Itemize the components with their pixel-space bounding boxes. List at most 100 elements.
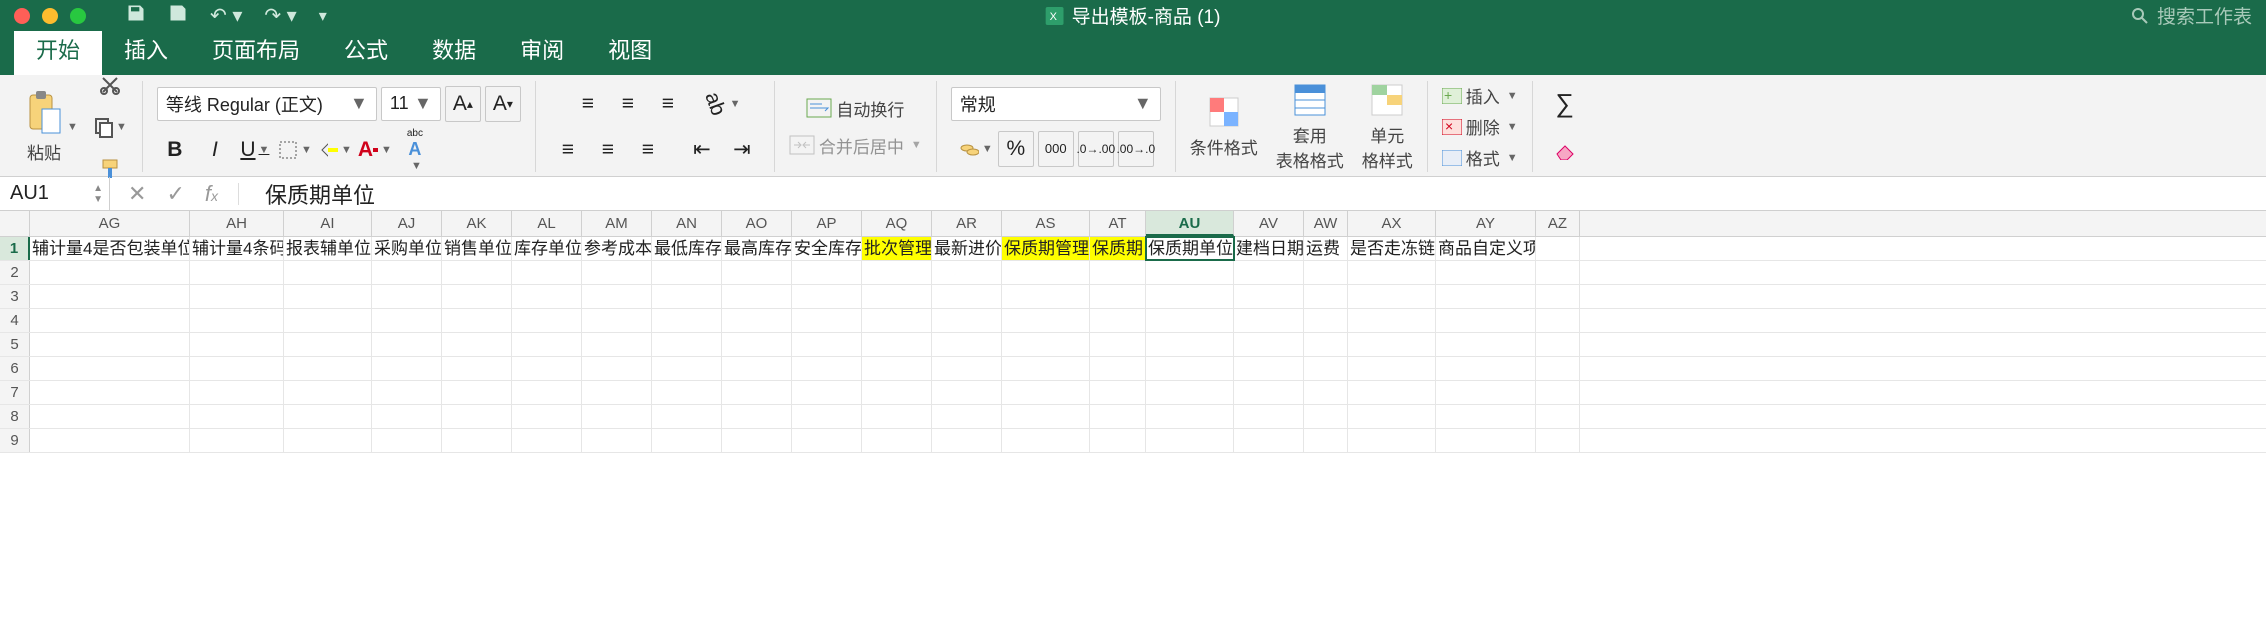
cell-AM3[interactable]: [582, 285, 652, 308]
cell-AK7[interactable]: [442, 381, 512, 404]
cell-AN2[interactable]: [652, 261, 722, 284]
cell-AS1[interactable]: 保质期管理: [1002, 237, 1090, 260]
cell-AK3[interactable]: [442, 285, 512, 308]
cell-AV3[interactable]: [1234, 285, 1304, 308]
cell-AU1[interactable]: 保质期单位: [1146, 237, 1234, 260]
cell-AY5[interactable]: [1436, 333, 1536, 356]
cell-AH3[interactable]: [190, 285, 284, 308]
cell-AP2[interactable]: [792, 261, 862, 284]
cell-AX5[interactable]: [1348, 333, 1436, 356]
cell-AH8[interactable]: [190, 405, 284, 428]
redo-icon[interactable]: ↷ ▾: [264, 3, 296, 28]
column-header-AL[interactable]: AL: [512, 211, 582, 236]
insert-cells-button[interactable]: +插入▼: [1442, 83, 1518, 108]
cell-AY3[interactable]: [1436, 285, 1536, 308]
cell-AW9[interactable]: [1304, 429, 1348, 452]
cell-AS5[interactable]: [1002, 333, 1090, 356]
cell-AN5[interactable]: [652, 333, 722, 356]
font-color-button[interactable]: A▼: [357, 132, 393, 168]
cell-AP7[interactable]: [792, 381, 862, 404]
cell-AY9[interactable]: [1436, 429, 1536, 452]
cell-AZ2[interactable]: [1536, 261, 1580, 284]
cell-AP6[interactable]: [792, 357, 862, 380]
cell-AN1[interactable]: 最低库存: [652, 237, 722, 260]
cell-AH2[interactable]: [190, 261, 284, 284]
cell-AW7[interactable]: [1304, 381, 1348, 404]
column-header-AY[interactable]: AY: [1436, 211, 1536, 236]
cell-AW8[interactable]: [1304, 405, 1348, 428]
cell-AQ8[interactable]: [862, 405, 932, 428]
increase-indent-button[interactable]: ⇥: [724, 132, 760, 168]
cell-AJ3[interactable]: [372, 285, 442, 308]
currency-button[interactable]: ▼: [958, 131, 994, 167]
column-header-AJ[interactable]: AJ: [372, 211, 442, 236]
fx-icon[interactable]: fx: [205, 181, 218, 207]
row-header-4[interactable]: 4: [0, 309, 30, 332]
cell-AY6[interactable]: [1436, 357, 1536, 380]
cell-AM8[interactable]: [582, 405, 652, 428]
font-name-select[interactable]: 等线 Regular (正文)▼: [157, 87, 377, 121]
cell-AO8[interactable]: [722, 405, 792, 428]
cell-AL4[interactable]: [512, 309, 582, 332]
column-header-AS[interactable]: AS: [1002, 211, 1090, 236]
cell-AT6[interactable]: [1090, 357, 1146, 380]
column-header-AM[interactable]: AM: [582, 211, 652, 236]
undo-icon[interactable]: ↶ ▾: [210, 3, 242, 28]
cell-AH9[interactable]: [190, 429, 284, 452]
cell-AO7[interactable]: [722, 381, 792, 404]
font-size-select[interactable]: 11▼: [381, 87, 441, 121]
cell-AV4[interactable]: [1234, 309, 1304, 332]
cell-AI3[interactable]: [284, 285, 372, 308]
column-header-AQ[interactable]: AQ: [862, 211, 932, 236]
cell-AU4[interactable]: [1146, 309, 1234, 332]
cell-AT5[interactable]: [1090, 333, 1146, 356]
decrease-decimal-button[interactable]: .00→.0: [1118, 131, 1154, 167]
cell-AX7[interactable]: [1348, 381, 1436, 404]
conditional-format-button[interactable]: 条件格式: [1190, 94, 1258, 159]
cell-AZ1[interactable]: [1536, 237, 1580, 260]
cell-AI6[interactable]: [284, 357, 372, 380]
cell-AS3[interactable]: [1002, 285, 1090, 308]
cell-AU3[interactable]: [1146, 285, 1234, 308]
cell-AV6[interactable]: [1234, 357, 1304, 380]
column-header-AR[interactable]: AR: [932, 211, 1002, 236]
cell-AP1[interactable]: 安全库存: [792, 237, 862, 260]
cell-AL1[interactable]: 库存单位: [512, 237, 582, 260]
cell-AH6[interactable]: [190, 357, 284, 380]
cell-AT2[interactable]: [1090, 261, 1146, 284]
cell-AU7[interactable]: [1146, 381, 1234, 404]
cell-AX2[interactable]: [1348, 261, 1436, 284]
align-center-button[interactable]: ≡: [590, 132, 626, 168]
column-header-AG[interactable]: AG: [30, 211, 190, 236]
cell-AR4[interactable]: [932, 309, 1002, 332]
cell-AO2[interactable]: [722, 261, 792, 284]
cell-AW4[interactable]: [1304, 309, 1348, 332]
underline-button[interactable]: U▼: [237, 132, 273, 168]
cell-AH7[interactable]: [190, 381, 284, 404]
paste-dropdown-icon[interactable]: ▼: [67, 121, 78, 133]
row-header-6[interactable]: 6: [0, 357, 30, 380]
cell-AK1[interactable]: 销售单位: [442, 237, 512, 260]
cell-AX3[interactable]: [1348, 285, 1436, 308]
cell-AP3[interactable]: [792, 285, 862, 308]
cell-AX1[interactable]: 是否走冻链: [1348, 237, 1436, 260]
cell-AT7[interactable]: [1090, 381, 1146, 404]
cell-AU8[interactable]: [1146, 405, 1234, 428]
search-box[interactable]: 搜索工作表: [2131, 2, 2252, 29]
cell-AI7[interactable]: [284, 381, 372, 404]
bold-button[interactable]: B: [157, 132, 193, 168]
cell-AI4[interactable]: [284, 309, 372, 332]
cell-AV8[interactable]: [1234, 405, 1304, 428]
cell-AT4[interactable]: [1090, 309, 1146, 332]
cell-AH5[interactable]: [190, 333, 284, 356]
cell-AH4[interactable]: [190, 309, 284, 332]
row-header-1[interactable]: 1: [0, 237, 30, 260]
cell-AO6[interactable]: [722, 357, 792, 380]
cell-AL7[interactable]: [512, 381, 582, 404]
cell-AN7[interactable]: [652, 381, 722, 404]
cell-AN9[interactable]: [652, 429, 722, 452]
cell-AZ6[interactable]: [1536, 357, 1580, 380]
cell-AS6[interactable]: [1002, 357, 1090, 380]
fill-color-button[interactable]: ▼: [317, 132, 353, 168]
cancel-icon[interactable]: ✕: [128, 181, 146, 207]
